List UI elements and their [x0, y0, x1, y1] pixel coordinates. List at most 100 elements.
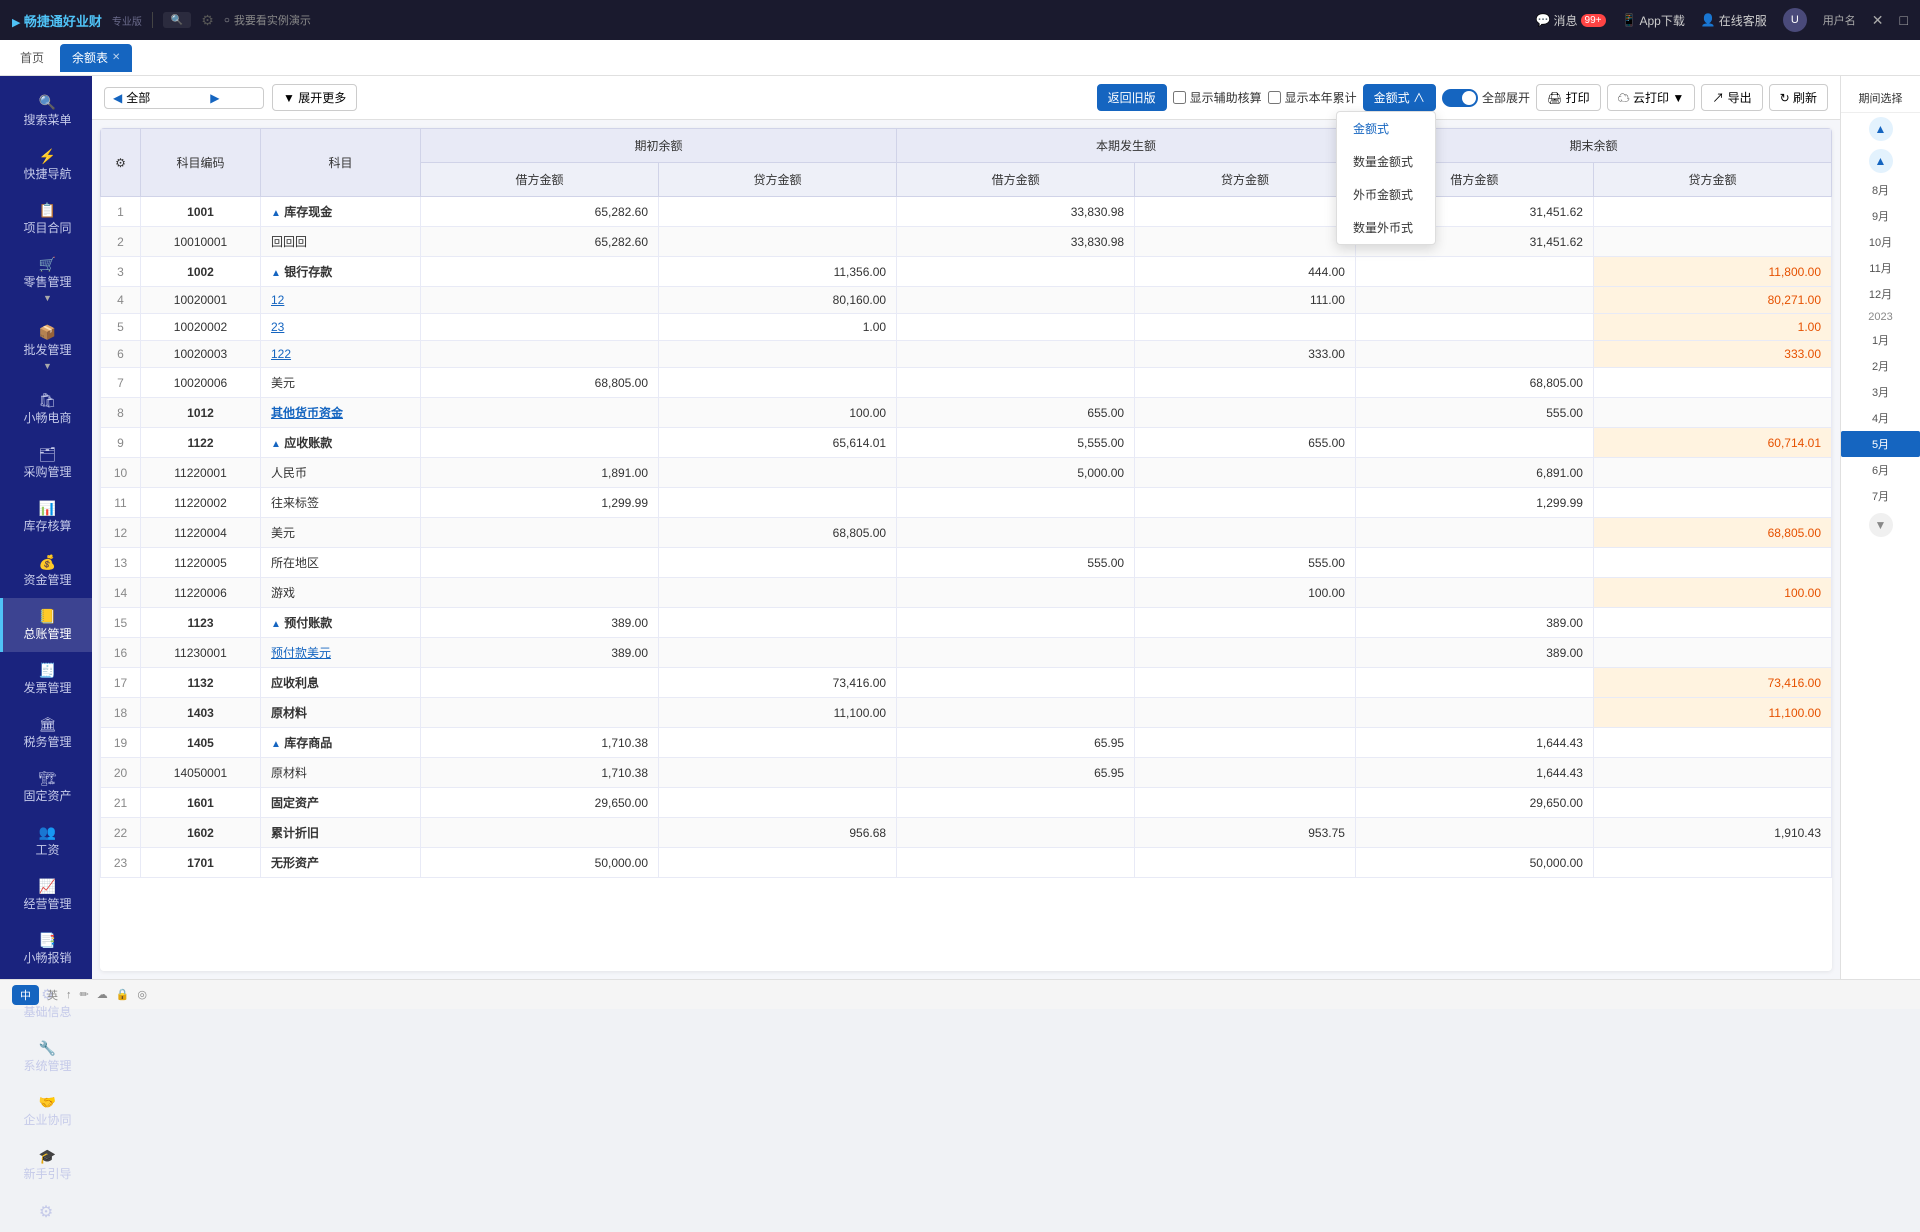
row-subject[interactable]: ▲ 库存现金 — [261, 197, 421, 227]
sidebar-item-retail[interactable]: 🛒 零售管理 ▼ — [0, 246, 92, 314]
show-ytd-checkbox[interactable] — [1268, 91, 1281, 104]
row-subject[interactable]: 固定资产 — [261, 788, 421, 818]
input-method-btn[interactable]: 中 — [12, 985, 39, 1005]
sidebar-item-cooperation[interactable]: 🤝 企业协同 — [0, 1084, 92, 1138]
row-subject[interactable]: 122 — [261, 341, 421, 368]
row-subject[interactable]: 往来标签 — [261, 488, 421, 518]
user-avatar[interactable]: U — [1783, 8, 1807, 32]
month-10[interactable]: 10月 — [1841, 229, 1920, 255]
circle-icon[interactable]: ◎ — [137, 988, 147, 1001]
toggle-switch[interactable] — [1442, 89, 1478, 107]
search-input[interactable] — [126, 91, 206, 105]
row-subject[interactable]: 游戏 — [261, 578, 421, 608]
view-mode-dropdown[interactable]: 金额式 ∧ 金额式 数量金额式 外币金额式 数量外币式 — [1363, 84, 1436, 111]
row-subject[interactable]: 23 — [261, 314, 421, 341]
row-subject[interactable]: 预付款美元 — [261, 638, 421, 668]
sidebar-item-newbie[interactable]: 🎓 新手引导 — [0, 1138, 92, 1192]
month-9[interactable]: 9月 — [1841, 203, 1920, 229]
row-subject[interactable]: ▲ 库存商品 — [261, 728, 421, 758]
search-box[interactable]: ◀ ▶ — [104, 87, 264, 109]
month-6[interactable]: 6月 — [1841, 457, 1920, 483]
row-subject[interactable]: 美元 — [261, 368, 421, 398]
row-subject[interactable]: 其他货币资金 — [261, 398, 421, 428]
month-12[interactable]: 12月 — [1841, 281, 1920, 307]
row-subject[interactable]: 应收利息 — [261, 668, 421, 698]
row-subject[interactable]: 12 — [261, 287, 421, 314]
sidebar-item-payroll[interactable]: 👥 工资 — [0, 814, 92, 868]
show-assist-check-label[interactable]: 显示辅助核算 — [1173, 89, 1262, 106]
sidebar-item-assets[interactable]: 🏗 固定资产 — [0, 760, 92, 814]
month-3[interactable]: 3月 — [1841, 379, 1920, 405]
sidebar-item-project[interactable]: 📋 项目合同 — [0, 192, 92, 246]
row-subject[interactable]: 美元 — [261, 518, 421, 548]
row-subject[interactable]: ▲ 银行存款 — [261, 257, 421, 287]
row-subject[interactable]: 所在地区 — [261, 548, 421, 578]
scroll-up-btn[interactable]: ▲ — [1869, 117, 1893, 141]
month-11[interactable]: 11月 — [1841, 255, 1920, 281]
dropdown-item-foreign-amount[interactable]: 外币金额式 — [1337, 178, 1435, 211]
online-service-btn[interactable]: 👤 在线客服 — [1701, 12, 1767, 29]
expand-all-toggle[interactable]: 全部展开 — [1442, 89, 1530, 107]
sidebar-item-tax[interactable]: 🏛 税务管理 — [0, 706, 92, 760]
month-5[interactable]: 5月 — [1841, 431, 1920, 457]
maximize-icon[interactable]: □ — [1900, 12, 1908, 28]
row-subject[interactable]: 无形资产 — [261, 848, 421, 878]
sidebar-item-reports[interactable]: 📑 小畅报销 — [0, 922, 92, 976]
sidebar-item-system[interactable]: 🔧 系统管理 — [0, 1030, 92, 1084]
sidebar-item-inventory[interactable]: 📊 库存核算 — [0, 490, 92, 544]
app-download-btn[interactable]: 📱 App下载 — [1622, 12, 1685, 29]
sidebar-item-operations[interactable]: 📈 经营管理 — [0, 868, 92, 922]
message-btn[interactable]: 💬 消息 99+ — [1536, 12, 1606, 29]
sidebar-item-ledger[interactable]: 📒 总账管理 — [0, 598, 92, 652]
sidebar-item-quicknav[interactable]: ⚡ 快捷导航 — [0, 138, 92, 192]
month-2[interactable]: 2月 — [1841, 353, 1920, 379]
sidebar-item-invoice[interactable]: 🧾 发票管理 — [0, 652, 92, 706]
scroll-up2-btn[interactable]: ▲ — [1869, 149, 1893, 173]
export-btn[interactable]: ↗ 导出 — [1701, 84, 1762, 111]
month-8[interactable]: 8月 — [1841, 177, 1920, 203]
dropdown-item-qty-foreign[interactable]: 数量外币式 — [1337, 211, 1435, 244]
show-ytd-check-label[interactable]: 显示本年累计 — [1268, 89, 1357, 106]
view-mode-btn[interactable]: 金额式 ∧ — [1363, 84, 1436, 111]
expand-more-btn[interactable]: ▼ 展开更多 — [272, 84, 357, 111]
row-subject[interactable]: 人民币 — [261, 458, 421, 488]
settings-icon[interactable]: ⚙ — [115, 156, 126, 170]
show-assist-checkbox[interactable] — [1173, 91, 1186, 104]
demo-link[interactable]: ○ 我要看实例演示 — [224, 12, 311, 28]
search-arrow-right[interactable]: ▶ — [210, 91, 219, 105]
sidebar-item-purchase[interactable]: 🗂 采购管理 — [0, 436, 92, 490]
title-bar-search[interactable]: 🔍 — [163, 12, 191, 28]
refresh-btn[interactable]: ↻ 刷新 — [1769, 84, 1828, 111]
tab-balance[interactable]: 余额表 ✕ — [60, 44, 132, 72]
sidebar-item-search[interactable]: 🔍 搜索菜单 — [0, 84, 92, 138]
search-arrow-left[interactable]: ◀ — [113, 91, 122, 105]
sidebar-item-capital[interactable]: 💰 资金管理 — [0, 544, 92, 598]
cloud-print-btn[interactable]: ☁ 云打印 ▼ — [1607, 84, 1696, 111]
tab-close-icon[interactable]: ✕ — [112, 52, 120, 63]
scroll-down-btn[interactable]: ▼ — [1869, 513, 1893, 537]
row-subject[interactable]: 回回回 — [261, 227, 421, 257]
row-subject[interactable]: 累计折旧 — [261, 818, 421, 848]
month-1[interactable]: 1月 — [1841, 327, 1920, 353]
row-subject[interactable]: ▲ 应收账款 — [261, 428, 421, 458]
sidebar-item-ecommerce[interactable]: 🛍 小畅电商 — [0, 382, 92, 436]
upload-icon[interactable]: ↑ — [66, 989, 72, 1001]
lock-icon[interactable]: 🔒 — [116, 988, 130, 1001]
dropdown-item-amount[interactable]: 金额式 — [1337, 112, 1435, 145]
print-btn[interactable]: 🖨 打印 — [1536, 84, 1601, 111]
sidebar-item-wholesale[interactable]: 📦 批发管理 ▼ — [0, 314, 92, 382]
row-subject[interactable]: ▲ 预付账款 — [261, 608, 421, 638]
return-old-btn[interactable]: 返回旧版 — [1097, 84, 1167, 111]
edit-icon[interactable]: ✏ — [80, 988, 89, 1001]
row-subject[interactable]: 原材料 — [261, 758, 421, 788]
sidebar-settings-btn[interactable]: ⚙ — [0, 1192, 92, 1232]
tab-home[interactable]: 首页 — [8, 44, 56, 72]
close-icon[interactable]: ✕ — [1872, 12, 1884, 29]
month-7[interactable]: 7月 — [1841, 483, 1920, 509]
row-subject[interactable]: 原材料 — [261, 698, 421, 728]
lang-en[interactable]: 英 — [47, 987, 58, 1003]
dropdown-item-qty-amount[interactable]: 数量金额式 — [1337, 145, 1435, 178]
settings-icon[interactable]: ⚙ — [201, 12, 214, 29]
cloud-icon[interactable]: ☁ — [97, 988, 108, 1001]
month-4[interactable]: 4月 — [1841, 405, 1920, 431]
